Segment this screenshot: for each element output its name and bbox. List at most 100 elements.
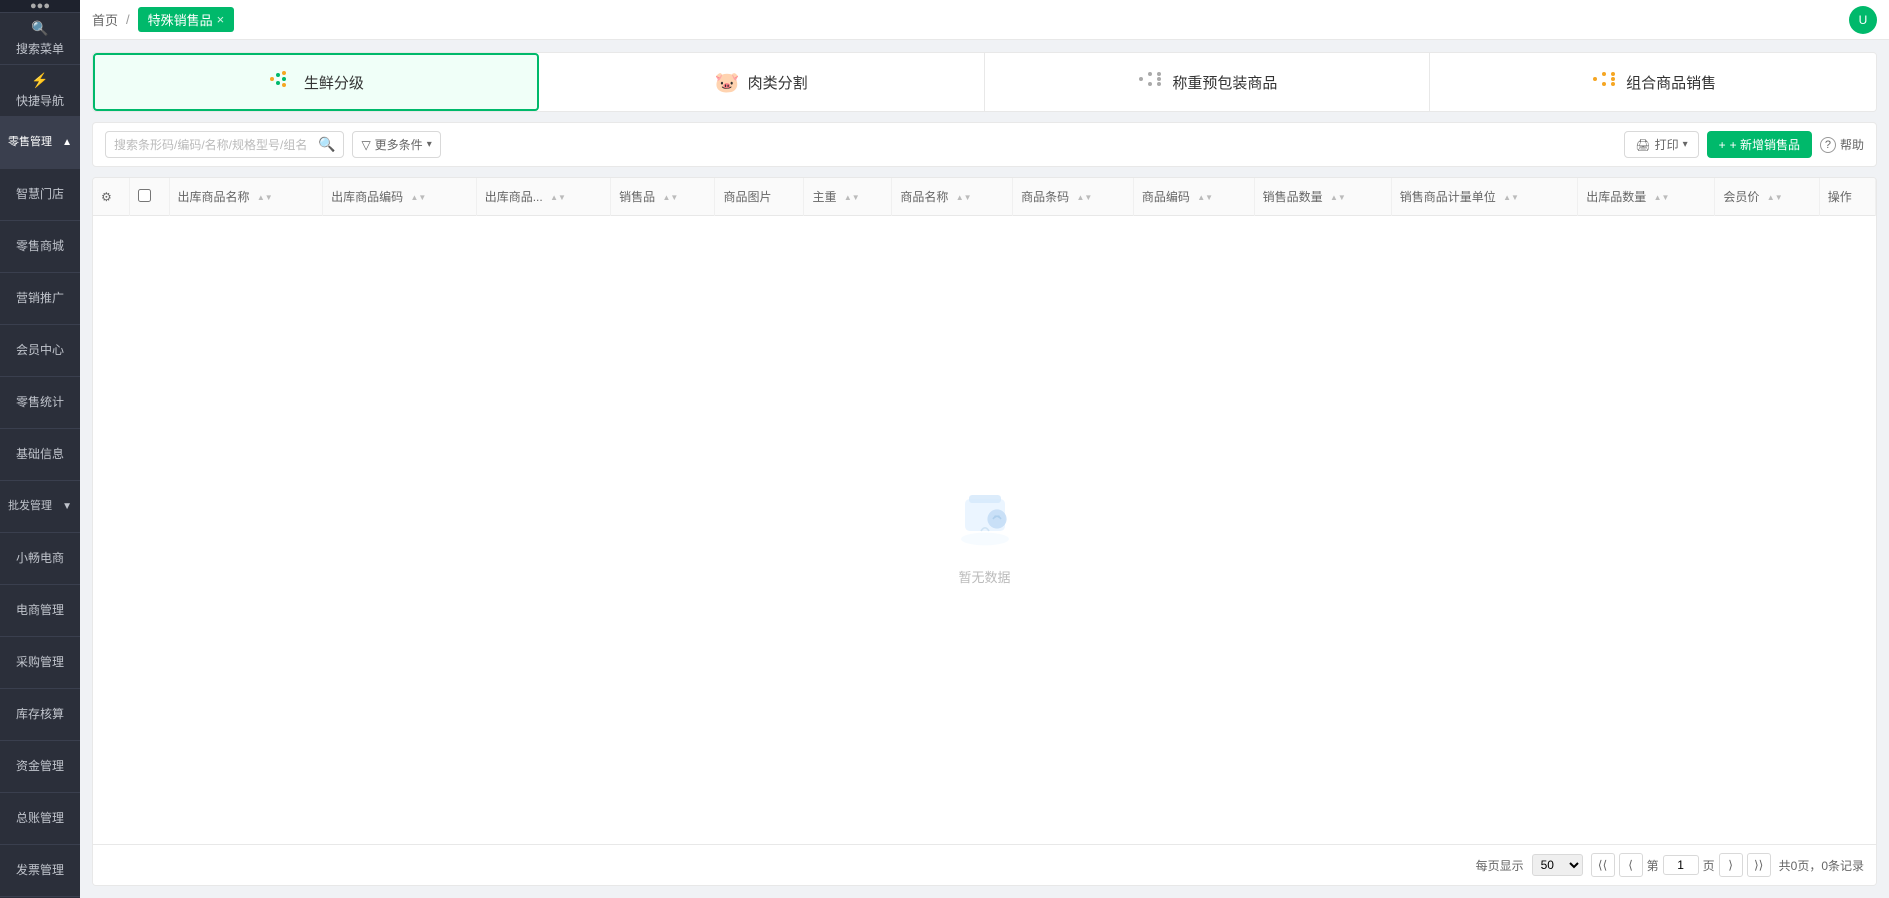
filter-chevron-icon: ▾ — [427, 139, 432, 150]
close-tab-button[interactable]: × — [217, 12, 225, 27]
sidebar: ●●● 🔍 搜索菜单 ⚡ 快捷导航 零售管理 ▲ 智慧门店 零售商城 营销推广 … — [0, 0, 80, 898]
next-page-button[interactable]: ⟩ — [1719, 853, 1743, 877]
sidebar-item-search-menu[interactable]: 🔍 搜索菜单 — [0, 13, 80, 65]
breadcrumb: 首页 / 特殊销售品 × — [92, 7, 234, 32]
sort-product-name-icon[interactable]: ▲▼ — [956, 194, 972, 202]
col-out-qty[interactable]: 出库品数量 ▲▼ — [1578, 178, 1715, 216]
select-all-checkbox[interactable] — [138, 189, 151, 202]
table-header-row: ⚙ 出库商品名称 ▲▼ 出库商品编码 ▲▼ 出库 — [93, 178, 1876, 216]
active-tab-tag: 特殊销售品 × — [138, 7, 235, 32]
col-out-code[interactable]: 出库商品编码 ▲▼ — [323, 178, 477, 216]
quick-nav-icon: ⚡ — [31, 71, 48, 91]
topbar: 首页 / 特殊销售品 × U — [80, 0, 1889, 40]
sidebar-item-retail-stats[interactable]: 零售统计 — [0, 377, 80, 429]
page-label: 页 — [1703, 857, 1715, 874]
tab-meat-cut[interactable]: 🐷 肉类分割 — [539, 53, 985, 111]
col-member-price[interactable]: 会员价 ▲▼ — [1715, 178, 1819, 216]
search-box: 🔍 — [105, 131, 344, 158]
col-product-name[interactable]: 商品名称 ▲▼ — [892, 178, 1013, 216]
weight-pack-icon — [1136, 69, 1164, 95]
category-tabs: 生鲜分级 🐷 肉类分割 称重预包装商品 — [92, 52, 1877, 112]
sort-sales-product-icon[interactable]: ▲▼ — [663, 194, 679, 202]
pagination: 每页显示 20 50 100 ⟨⟨ ⟨ 第 页 ⟩ ⟩⟩ 共0页，0条记录 — [93, 844, 1876, 885]
page-input[interactable] — [1663, 855, 1699, 875]
sort-sales-qty-icon[interactable]: ▲▼ — [1330, 194, 1346, 202]
print-icon: 🖨 — [1635, 138, 1650, 152]
prev-page-button[interactable]: ⟨ — [1619, 853, 1643, 877]
col-sales-qty[interactable]: 销售品数量 ▲▼ — [1254, 178, 1391, 216]
col-out-name[interactable]: 出库商品名称 ▲▼ — [169, 178, 323, 216]
col-product-code[interactable]: 商品编码 ▲▼ — [1133, 178, 1254, 216]
col-product-barcode[interactable]: 商品条码 ▲▼ — [1013, 178, 1134, 216]
page-container: 生鲜分级 🐷 肉类分割 称重预包装商品 — [80, 40, 1889, 898]
empty-state: 暂无数据 — [93, 216, 1876, 844]
sidebar-item-member-center[interactable]: 会员中心 — [0, 325, 80, 377]
sort-sales-unit-icon[interactable]: ▲▼ — [1503, 194, 1519, 202]
meat-cut-icon: 🐷 — [715, 70, 740, 95]
sidebar-item-retail-mall[interactable]: 零售商城 — [0, 221, 80, 273]
col-action: 操作 — [1819, 178, 1875, 216]
sort-main-weight-icon[interactable]: ▲▼ — [844, 194, 860, 202]
data-table-container: ⚙ 出库商品名称 ▲▼ 出库商品编码 ▲▼ 出库 — [92, 177, 1877, 886]
sort-out-qty-icon[interactable]: ▲▼ — [1654, 194, 1670, 202]
col-sales-unit[interactable]: 销售商品计量单位 ▲▼ — [1391, 178, 1577, 216]
per-page-select[interactable]: 20 50 100 — [1532, 854, 1583, 876]
combo-icon — [1590, 69, 1618, 95]
col-out-spec[interactable]: 出库商品... ▲▼ — [476, 178, 610, 216]
sidebar-item-smart-store[interactable]: 智慧门店 — [0, 169, 80, 221]
sidebar-item-basic-info[interactable]: 基础信息 — [0, 429, 80, 481]
sidebar-item-general-ledger[interactable]: 总账管理 — [0, 793, 80, 845]
search-menu-icon: 🔍 — [31, 19, 48, 39]
col-main-weight[interactable]: 主重 ▲▼ — [804, 178, 892, 216]
col-product-img: 商品图片 — [715, 178, 804, 216]
filter-button[interactable]: ▽ 更多条件 ▾ — [352, 131, 440, 158]
sidebar-item-mini-ecom[interactable]: 小畅电商 — [0, 533, 80, 585]
home-link[interactable]: 首页 — [92, 10, 118, 29]
last-page-button[interactable]: ⟩⟩ — [1747, 853, 1771, 877]
help-icon: ? — [1820, 137, 1836, 153]
add-product-button[interactable]: + + 新增销售品 — [1707, 131, 1812, 158]
search-input[interactable] — [114, 138, 314, 152]
tab-combo[interactable]: 组合商品销售 — [1430, 53, 1876, 111]
data-table: ⚙ 出库商品名称 ▲▼ 出库商品编码 ▲▼ 出库 — [93, 178, 1876, 216]
wholesale-mgmt-arrow-icon: ▼ — [62, 500, 72, 514]
toolbar-left: 🔍 ▽ 更多条件 ▾ — [105, 131, 441, 158]
toolbar-right: 🖨 打印 ▾ + + 新增销售品 ? 帮助 — [1624, 131, 1864, 158]
page-goto-label: 第 — [1647, 857, 1659, 874]
sidebar-item-quick-nav[interactable]: ⚡ 快捷导航 — [0, 65, 80, 117]
print-button[interactable]: 🖨 打印 ▾ — [1624, 131, 1698, 158]
sidebar-item-retail-mgmt[interactable]: 零售管理 ▲ — [0, 117, 80, 169]
sort-out-name-icon[interactable]: ▲▼ — [257, 194, 273, 202]
sidebar-item-ecom-mgmt[interactable]: 电商管理 — [0, 585, 80, 637]
filter-icon: ▽ — [361, 138, 370, 152]
print-chevron-icon: ▾ — [1683, 139, 1688, 150]
sidebar-logo: ●●● — [0, 0, 80, 13]
sidebar-item-invoice-mgmt[interactable]: 发票管理 — [0, 845, 80, 897]
sort-out-spec-icon[interactable]: ▲▼ — [550, 194, 566, 202]
tab-weight-pack[interactable]: 称重预包装商品 — [985, 53, 1431, 111]
sort-member-price-icon[interactable]: ▲▼ — [1767, 194, 1783, 202]
sort-product-code-icon[interactable]: ▲▼ — [1197, 194, 1213, 202]
add-icon: + — [1719, 138, 1726, 152]
help-button[interactable]: ? 帮助 — [1820, 136, 1864, 153]
page-navigation: ⟨⟨ ⟨ 第 页 ⟩ ⟩⟩ — [1591, 853, 1771, 877]
sidebar-item-finance[interactable]: 资金管理 — [0, 741, 80, 793]
sidebar-item-purchase-mgmt[interactable]: 采购管理 — [0, 637, 80, 689]
main-content: 首页 / 特殊销售品 × U — [80, 0, 1889, 898]
retail-mgmt-arrow-icon: ▲ — [62, 136, 72, 150]
user-avatar: U — [1849, 6, 1877, 34]
total-info: 共0页，0条记录 — [1779, 857, 1864, 874]
sidebar-item-wholesale-mgmt[interactable]: 批发管理 ▼ — [0, 481, 80, 533]
sort-out-code-icon[interactable]: ▲▼ — [410, 194, 426, 202]
col-checkbox[interactable] — [129, 178, 169, 216]
sort-product-barcode-icon[interactable]: ▲▼ — [1076, 194, 1092, 202]
sidebar-item-sales-promo[interactable]: 营销推广 — [0, 273, 80, 325]
tab-fresh-grade[interactable]: 生鲜分级 — [93, 53, 539, 111]
col-sales-product[interactable]: 销售品 ▲▼ — [611, 178, 715, 216]
first-page-button[interactable]: ⟨⟨ — [1591, 853, 1615, 877]
sidebar-item-inventory[interactable]: 库存核算 — [0, 689, 80, 741]
search-icon: 🔍 — [318, 136, 335, 153]
breadcrumb-separator: / — [126, 12, 130, 27]
toolbar: 🔍 ▽ 更多条件 ▾ 🖨 打印 ▾ + + 新增销售品 — [92, 122, 1877, 167]
col-settings[interactable]: ⚙ — [93, 178, 129, 216]
